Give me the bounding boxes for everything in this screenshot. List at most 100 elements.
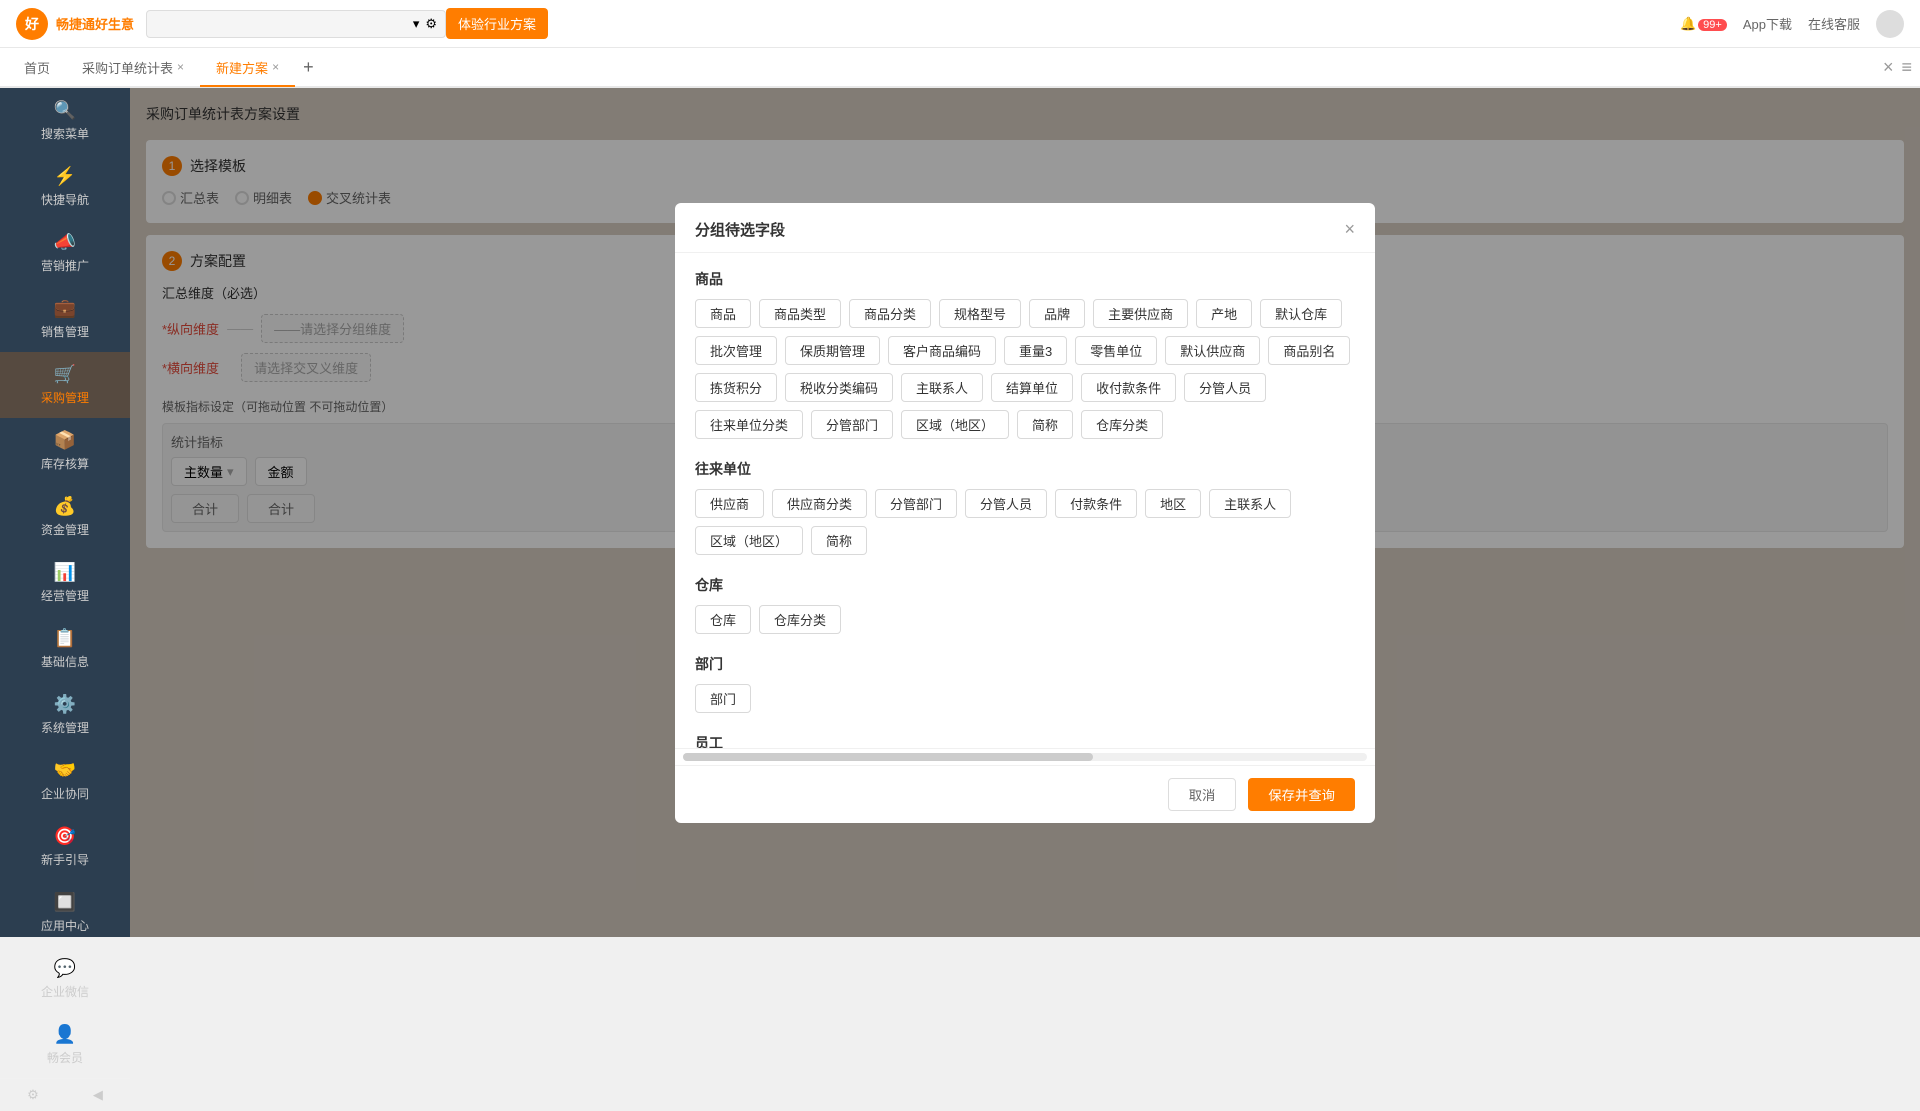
sidebar-item-system[interactable]: ⚙️ 系统管理 — [0, 682, 130, 748]
tab-add-button[interactable]: + — [295, 57, 322, 78]
tag-product[interactable]: 商品 — [695, 299, 751, 328]
tag-mgmt-dept[interactable]: 分管部门 — [811, 410, 893, 439]
tag-expiry-mgmt[interactable]: 保质期管理 — [785, 336, 880, 365]
dialog-close-button[interactable]: × — [1344, 219, 1355, 240]
dialog-confirm-button[interactable]: 保存并查询 — [1248, 778, 1355, 811]
tag-tax-code[interactable]: 税收分类编码 — [785, 373, 893, 402]
sidebar-item-quick-nav[interactable]: ⚡ 快捷导航 — [0, 154, 130, 220]
tag-product-alias[interactable]: 商品别名 — [1268, 336, 1350, 365]
tab-new-plan-label: 新建方案 — [216, 58, 268, 77]
sidebar-label-inventory: 库存核算 — [41, 455, 89, 472]
tag-short-name[interactable]: 简称 — [1017, 410, 1073, 439]
notification-icon[interactable]: 🔔99+ — [1680, 16, 1727, 32]
tab-purchase-stat-close[interactable]: × — [177, 60, 184, 74]
tab-purchase-stat-label: 采购订单统计表 — [82, 58, 173, 77]
tag-short-name2[interactable]: 简称 — [811, 526, 867, 555]
gear-icon[interactable]: ⚙ — [425, 16, 437, 32]
online-service-link[interactable]: 在线客服 — [1808, 14, 1860, 33]
dialog-header: 分组待选字段 × — [675, 203, 1375, 253]
avatar[interactable] — [1876, 10, 1904, 38]
marketing-icon: 📣 — [54, 232, 76, 253]
tab-home[interactable]: 首页 — [8, 50, 66, 87]
sidebar-item-appcenter[interactable]: 🔲 应用中心 — [0, 880, 130, 946]
tag-supplier-cat[interactable]: 供应商分类 — [772, 489, 867, 518]
tag-area[interactable]: 地区 — [1145, 489, 1201, 518]
hscroll-thumb[interactable] — [683, 753, 1093, 761]
tag-origin[interactable]: 产地 — [1196, 299, 1252, 328]
sidebar-item-basic[interactable]: 📋 基础信息 — [0, 616, 130, 682]
sidebar-item-search[interactable]: 🔍 搜索菜单 — [0, 88, 130, 154]
sidebar-item-coop[interactable]: 🤝 企业协同 — [0, 748, 130, 814]
hscroll-track[interactable] — [683, 753, 1367, 761]
tag-from-unit-cat[interactable]: 往来单位分类 — [695, 410, 803, 439]
tag-payment-term[interactable]: 收付款条件 — [1081, 373, 1176, 402]
tab-bar-close[interactable]: × — [1883, 57, 1894, 78]
field-group-partner: 往来单位 供应商 供应商分类 分管部门 分管人员 付款条件 地区 主联系人 区域… — [695, 459, 1355, 555]
sidebar-label-basic: 基础信息 — [41, 653, 89, 670]
sidebar-label-purchase: 采购管理 — [41, 389, 89, 406]
sidebar: 🔍 搜索菜单 ⚡ 快捷导航 📣 营销推广 💼 销售管理 🛒 采购管理 📦 库存核… — [0, 88, 130, 937]
tag-supplier[interactable]: 供应商 — [695, 489, 764, 518]
field-group-staff-title: 员工 — [695, 733, 1355, 748]
tab-bar: 首页 采购订单统计表 × 新建方案 × + × ≡ — [0, 48, 1920, 88]
tag-mgmt-dept2[interactable]: 分管部门 — [875, 489, 957, 518]
sidebar-collapse-icon[interactable]: ◀ — [93, 1087, 103, 1103]
tag-customer-code[interactable]: 客户商品编码 — [888, 336, 996, 365]
tag-spec-type[interactable]: 规格型号 — [939, 299, 1021, 328]
field-group-product-title: 商品 — [695, 269, 1355, 289]
tag-department[interactable]: 部门 — [695, 684, 751, 713]
sidebar-item-member[interactable]: 👤 畅会员 — [0, 1012, 130, 1078]
tab-purchase-stat[interactable]: 采购订单统计表 × — [66, 50, 200, 87]
sidebar-item-newbie[interactable]: 🎯 新手引导 — [0, 814, 130, 880]
search-input[interactable] — [155, 17, 413, 31]
dialog-body[interactable]: 商品 商品 商品类型 商品分类 规格型号 品牌 主要供应商 产地 默认仓库 批次… — [675, 253, 1375, 748]
sidebar-item-operation[interactable]: 📊 经营管理 — [0, 550, 130, 616]
field-tags-product: 商品 商品类型 商品分类 规格型号 品牌 主要供应商 产地 默认仓库 批次管理 … — [695, 299, 1355, 439]
tag-retail-unit[interactable]: 零售单位 — [1075, 336, 1157, 365]
tag-main-contact2[interactable]: 主联系人 — [1209, 489, 1291, 518]
modal-overlay: 分组待选字段 × 商品 商品 商品类型 商品分类 规格型号 品牌 主要供应商 — [130, 88, 1920, 937]
tag-main-contact[interactable]: 主联系人 — [901, 373, 983, 402]
tag-main-supplier[interactable]: 主要供应商 — [1093, 299, 1188, 328]
sidebar-settings-icon[interactable]: ⚙ — [27, 1087, 39, 1103]
tab-new-plan[interactable]: 新建方案 × — [200, 50, 295, 87]
main-layout: 🔍 搜索菜单 ⚡ 快捷导航 📣 营销推广 💼 销售管理 🛒 采购管理 📦 库存核… — [0, 88, 1920, 937]
search-bar[interactable]: ▾ ⚙ — [146, 10, 446, 38]
sidebar-item-finance[interactable]: 💰 资金管理 — [0, 484, 130, 550]
dialog-cancel-button[interactable]: 取消 — [1168, 778, 1237, 811]
tag-product-cat[interactable]: 商品分类 — [849, 299, 931, 328]
tag-wh-cat[interactable]: 仓库分类 — [759, 605, 841, 634]
tag-default-warehouse[interactable]: 默认仓库 — [1260, 299, 1342, 328]
sidebar-item-corp-wx[interactable]: 💬 企业微信 — [0, 946, 130, 1012]
trial-button[interactable]: 体验行业方案 — [446, 8, 548, 39]
app-download-link[interactable]: App下载 — [1743, 14, 1792, 33]
top-right: 🔔99+ App下载 在线客服 — [1680, 10, 1904, 38]
tag-wh[interactable]: 仓库 — [695, 605, 751, 634]
tag-mgmt-person[interactable]: 分管人员 — [965, 489, 1047, 518]
sidebar-item-purchase[interactable]: 🛒 采购管理 — [0, 352, 130, 418]
sidebar-label-appcenter: 应用中心 — [41, 917, 89, 934]
tag-default-supplier[interactable]: 默认供应商 — [1165, 336, 1260, 365]
tag-area-region[interactable]: 区域（地区） — [695, 526, 803, 555]
sidebar-label-operation: 经营管理 — [41, 587, 89, 604]
inventory-icon: 📦 — [54, 430, 76, 451]
tag-brand[interactable]: 品牌 — [1029, 299, 1085, 328]
sidebar-item-marketing[interactable]: 📣 营销推广 — [0, 220, 130, 286]
tag-weight3[interactable]: 重量3 — [1004, 336, 1067, 365]
tag-batch-mgmt[interactable]: 批次管理 — [695, 336, 777, 365]
tag-region[interactable]: 区域（地区） — [901, 410, 1009, 439]
sidebar-label-newbie: 新手引导 — [41, 851, 89, 868]
sidebar-bottom: ⚙ ◀ — [0, 1078, 130, 1111]
tag-manager[interactable]: 分管人员 — [1184, 373, 1266, 402]
tab-bar-settings[interactable]: ≡ — [1901, 57, 1912, 78]
tag-payment-cond[interactable]: 付款条件 — [1055, 489, 1137, 518]
tab-new-plan-close[interactable]: × — [272, 60, 279, 74]
field-tags-dept: 部门 — [695, 684, 1355, 713]
sidebar-item-inventory[interactable]: 📦 库存核算 — [0, 418, 130, 484]
tag-product-type[interactable]: 商品类型 — [759, 299, 841, 328]
tag-settle-unit[interactable]: 结算单位 — [991, 373, 1073, 402]
sales-icon: 💼 — [54, 298, 76, 319]
tag-warehouse-cat[interactable]: 仓库分类 — [1081, 410, 1163, 439]
sidebar-item-sales[interactable]: 💼 销售管理 — [0, 286, 130, 352]
tag-pick-points[interactable]: 拣货积分 — [695, 373, 777, 402]
